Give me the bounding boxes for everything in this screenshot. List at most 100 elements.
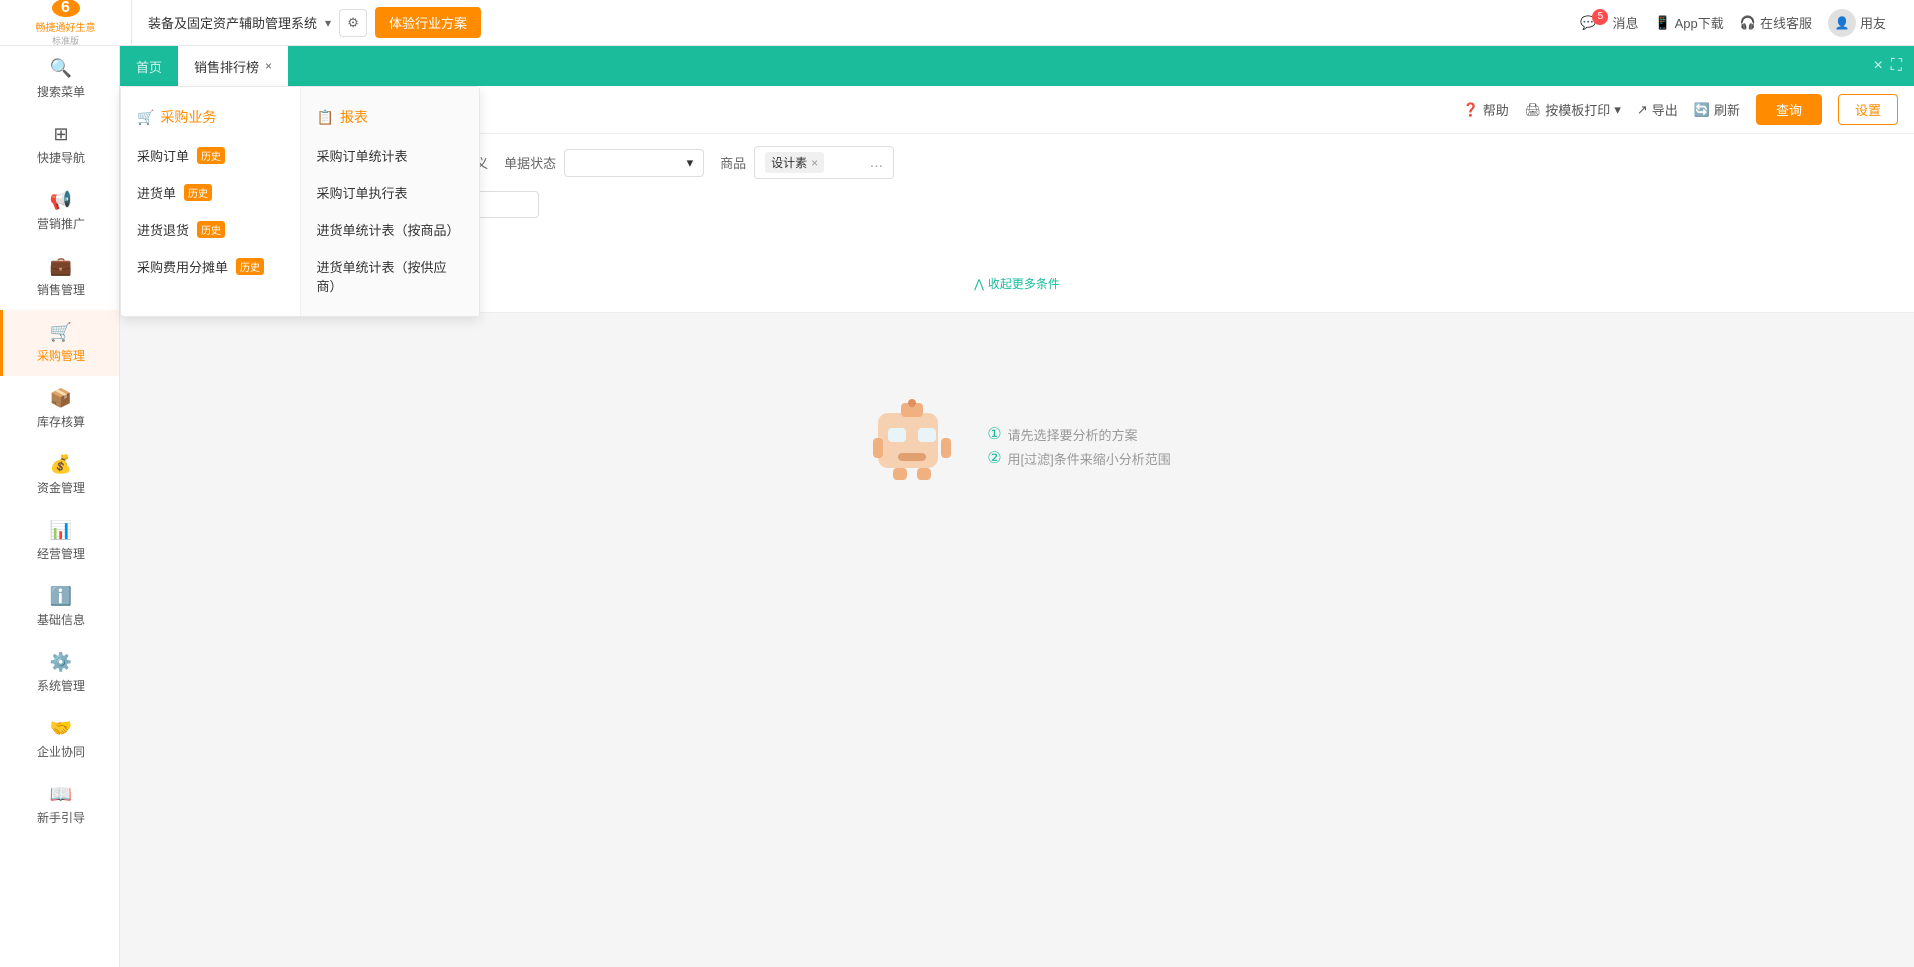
menu-purchase-section: 🛒 采购业务 采购订单 历史 进货单 历史 进货退货 历史 采购费用分摊单 历史 (121, 87, 300, 316)
menu-purchase-title: 🛒 采购业务 (121, 99, 300, 137)
sidebar-label-enterprise: 企业协同 (37, 743, 85, 760)
stock-stats-goods-label: 进货单统计表（按商品） (317, 220, 460, 239)
money-icon: 💰 (50, 454, 72, 475)
sidebar-item-marketing[interactable]: 📢 营销推广 (0, 178, 119, 244)
refresh-btn[interactable]: 🔄 刷新 (1694, 100, 1740, 119)
tab-close-icon[interactable]: × (265, 59, 272, 73)
sidebar-item-system[interactable]: ⚙️ 系统管理 (0, 640, 119, 706)
goods-input[interactable]: 设计素 × ... (754, 146, 894, 179)
menu-report-title: 📋 报表 (301, 99, 480, 137)
empty-illustration (863, 393, 963, 483)
sidebar-label-operation: 经营管理 (37, 545, 85, 562)
query-button[interactable]: 查询 (1756, 94, 1822, 125)
dropdown-arrow-icon[interactable]: ▾ (325, 16, 331, 30)
user-area[interactable]: 👤 用友 (1828, 9, 1886, 37)
app-download-btn[interactable]: 📱 App下载 (1654, 13, 1723, 32)
sidebar-label-search: 搜索菜单 (37, 83, 85, 100)
book-icon: 📖 (50, 784, 72, 805)
menu-item-purchase-expense[interactable]: 采购费用分摊单 历史 (121, 248, 300, 285)
chart-icon: 📊 (50, 520, 72, 541)
tab-fullscreen-icon[interactable]: ⛶ (1891, 57, 1902, 75)
setting-button[interactable]: 设置 (1838, 94, 1898, 125)
purchase-section-icon: 🛒 (137, 109, 154, 126)
info-icon: ℹ️ (50, 586, 72, 607)
goods-tag-text: 设计素 (771, 154, 807, 171)
settings-icon[interactable]: ⚙ (339, 9, 367, 37)
menu-item-purchase-order-stats[interactable]: 采购订单统计表 (301, 137, 480, 174)
message-badge: 5 (1592, 9, 1608, 25)
sidebar-item-search[interactable]: 🔍 搜索菜单 (0, 46, 119, 112)
gear-icon: ⚙️ (50, 652, 72, 673)
hint-text-2: 用[过滤]条件来缩小分析范围 (1008, 449, 1171, 468)
sidebar-label-inventory: 库存核算 (37, 413, 85, 430)
sidebar-label-finance: 资金管理 (37, 479, 85, 496)
industry-btn[interactable]: 体验行业方案 (375, 7, 481, 38)
menu-item-purchase-order-exec[interactable]: 采购订单执行表 (301, 174, 480, 211)
purchase-order-label: 采购订单 (137, 146, 189, 165)
sidebar-label-basic: 基础信息 (37, 611, 85, 628)
empty-hint-2: ② 用[过滤]条件来缩小分析范围 (987, 448, 1171, 468)
sidebar-item-quick-nav[interactable]: ⊞ 快捷导航 (0, 112, 119, 178)
help-icon: ❓ (1463, 102, 1479, 118)
sidebar-item-sales[interactable]: 💼 销售管理 (0, 244, 119, 310)
sidebar-item-basic[interactable]: ℹ️ 基础信息 (0, 574, 119, 640)
report-section-label: 报表 (340, 107, 368, 127)
hint-dot-2: ② (987, 448, 1001, 468)
menu-item-stock-in[interactable]: 进货单 历史 (121, 174, 300, 211)
hint-text-1: 请先选择要分析的方案 (1008, 425, 1138, 444)
goods-tag-close[interactable]: × (811, 156, 818, 170)
message-btn[interactable]: 💬 5 消息 (1580, 13, 1638, 32)
collapse-label: 收起更多条件 (988, 275, 1060, 292)
menu-report-section: 📋 报表 采购订单统计表 采购订单执行表 进货单统计表（按商品） 进货单统计表（… (300, 87, 480, 316)
export-btn[interactable]: ↗ 导出 (1637, 100, 1678, 119)
empty-hint-1: ① 请先选择要分析的方案 (987, 424, 1171, 444)
sidebar-label-sales: 销售管理 (37, 281, 85, 298)
stock-return-label: 进货退货 (137, 220, 189, 239)
sidebar-label-guide: 新手引导 (37, 809, 85, 826)
service-label: 在线客服 (1760, 13, 1812, 32)
sidebar-label-purchase: 采购管理 (37, 347, 85, 364)
tab-home[interactable]: 首页 (120, 46, 178, 86)
app-icon: 📱 (1654, 15, 1670, 31)
refresh-icon: 🔄 (1694, 102, 1710, 118)
sidebar-label-quick-nav: 快捷导航 (37, 149, 85, 166)
message-label: 消息 (1612, 13, 1638, 32)
stock-stats-supplier-label: 进货单统计表（按供应商） (317, 257, 464, 295)
sidebar: 🔍 搜索菜单 ⊞ 快捷导航 📢 营销推广 💼 销售管理 🛒 采购管理 📦 库存核… (0, 46, 120, 967)
sidebar-item-inventory[interactable]: 📦 库存核算 (0, 376, 119, 442)
logo-text: 畅捷通好生意 (36, 19, 96, 34)
tabbar: 首页 销售排行榜 × × ⛶ (120, 46, 1914, 86)
status-select[interactable]: ▾ (564, 149, 704, 177)
logo-icon: 6 (52, 0, 80, 17)
tab-home-label: 首页 (136, 57, 162, 76)
purchase-section-label: 采购业务 (160, 107, 216, 127)
online-service-btn[interactable]: 🎧 在线客服 (1740, 13, 1812, 32)
purchase-order-stats-label: 采购订单统计表 (317, 146, 408, 165)
menu-item-stock-stats-goods[interactable]: 进货单统计表（按商品） (301, 211, 480, 248)
print-btn[interactable]: 🖨 按模板打印 ▾ (1525, 100, 1621, 119)
headset-icon: 🎧 (1740, 15, 1756, 31)
tab-sales-rank[interactable]: 销售排行榜 × (178, 46, 288, 86)
print-dropdown-icon: ▾ (1614, 102, 1621, 118)
briefcase-icon: 💼 (50, 256, 72, 277)
megaphone-icon: 📢 (50, 190, 72, 211)
topbar: 6 畅捷通好生意 标准版 装备及固定资产辅助管理系统 ▾ ⚙ 体验行业方案 💬 … (0, 0, 1914, 46)
sidebar-item-purchase[interactable]: 🛒 采购管理 (0, 310, 119, 376)
tab-sales-rank-label: 销售排行榜 (194, 57, 259, 76)
topbar-middle: 装备及固定资产辅助管理系统 ▾ ⚙ 体验行业方案 (132, 7, 1580, 38)
collapse-icon: ⋀ (974, 277, 984, 291)
sidebar-item-enterprise[interactable]: 🤝 企业协同 (0, 706, 119, 772)
goods-dots[interactable]: ... (870, 154, 883, 172)
sidebar-item-finance[interactable]: 💰 资金管理 (0, 442, 119, 508)
sidebar-item-guide[interactable]: 📖 新手引导 (0, 772, 119, 838)
help-btn[interactable]: ❓ 帮助 (1463, 100, 1509, 119)
menu-item-stock-stats-supplier[interactable]: 进货单统计表（按供应商） (301, 248, 480, 304)
sidebar-item-operation[interactable]: 📊 经营管理 (0, 508, 119, 574)
status-label: 单据状态 (504, 153, 556, 172)
tab-close-all-icon[interactable]: × (1873, 57, 1882, 75)
sidebar-label-marketing: 营销推广 (37, 215, 85, 232)
menu-item-stock-return[interactable]: 进货退货 历史 (121, 211, 300, 248)
purchase-order-badge: 历史 (197, 147, 225, 164)
avatar: 👤 (1828, 9, 1856, 37)
menu-item-purchase-order[interactable]: 采购订单 历史 (121, 137, 300, 174)
